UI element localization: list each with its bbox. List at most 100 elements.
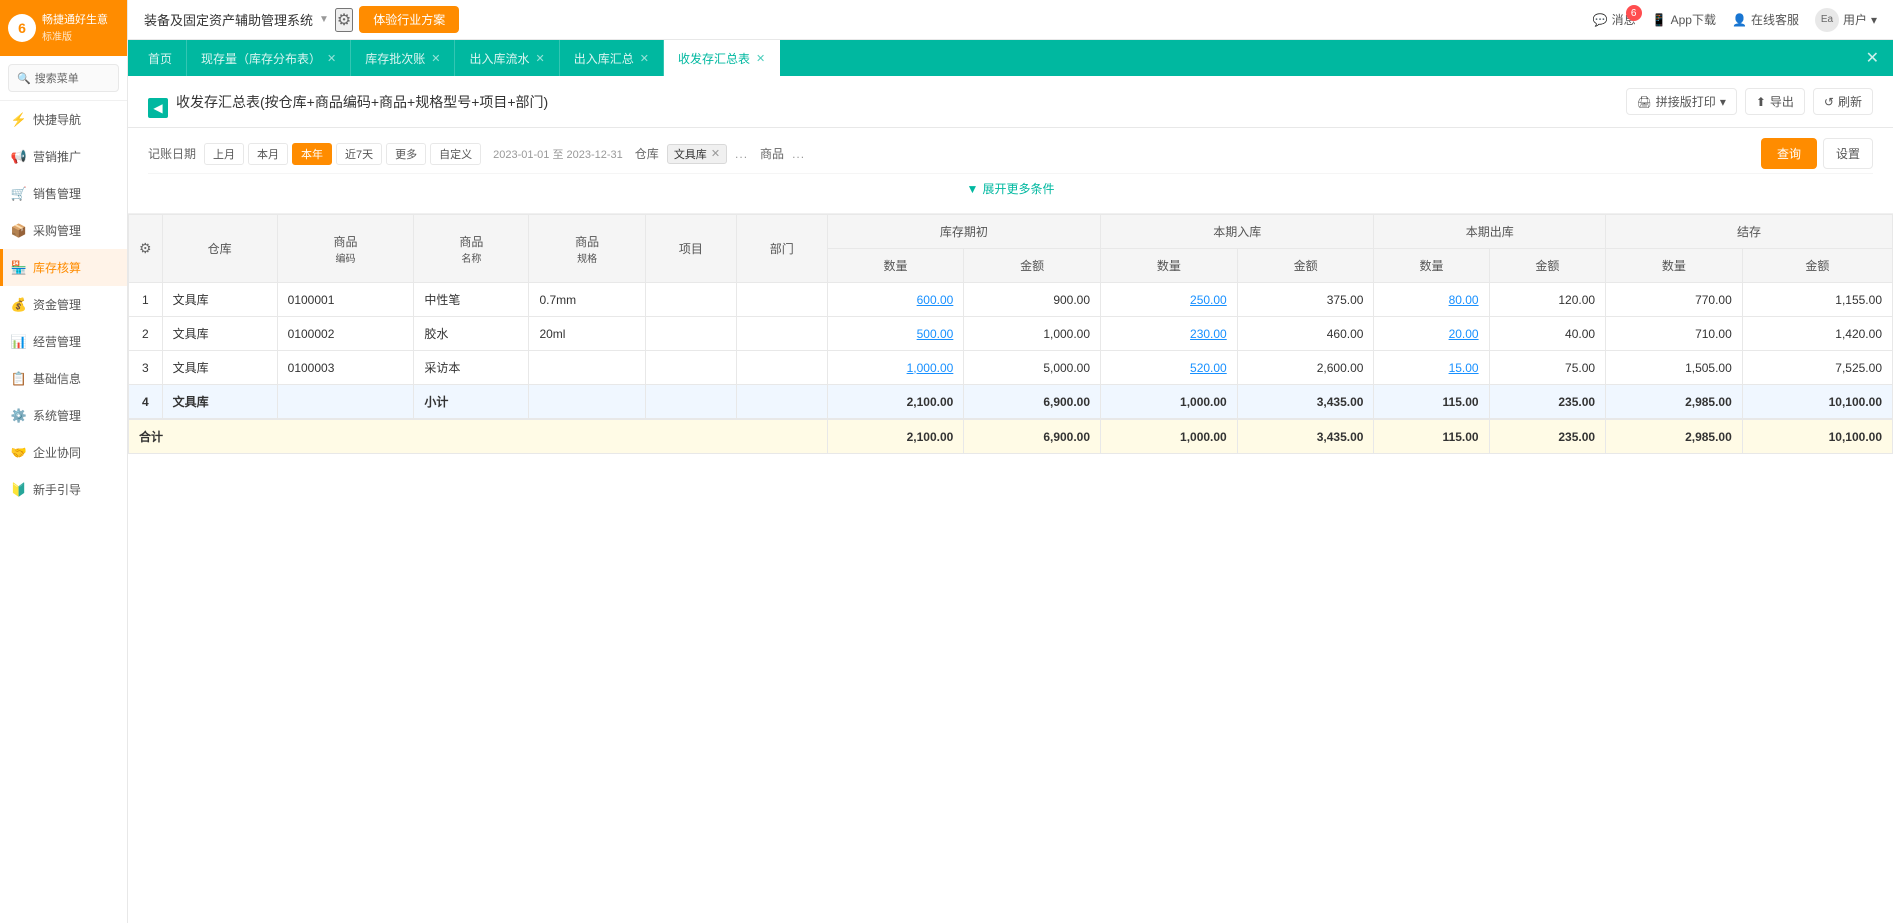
tab-inventory-dist-close[interactable]: ✕ bbox=[327, 52, 336, 65]
sidebar-item-marketing[interactable]: 📢 营销推广 bbox=[0, 138, 127, 175]
online-service-button[interactable]: 👤 在线客服 bbox=[1732, 11, 1799, 28]
trial-button[interactable]: 体验行业方案 bbox=[359, 6, 459, 33]
date-btn-this-year[interactable]: 本年 bbox=[292, 143, 332, 165]
table-settings-icon[interactable]: ⚙ bbox=[139, 240, 152, 256]
sidebar-item-system[interactable]: ⚙️ 系统管理 bbox=[0, 397, 127, 434]
sidebar-item-label: 新手引导 bbox=[33, 481, 81, 498]
basic-icon: 📋 bbox=[11, 371, 27, 387]
topbar-left: 装备及固定资产辅助管理系统 ▼ ⚙ 体验行业方案 bbox=[144, 6, 459, 33]
sidebar-item-label: 基础信息 bbox=[33, 370, 81, 387]
sidebar-item-operation[interactable]: 📊 经营管理 bbox=[0, 323, 127, 360]
service-icon: 👤 bbox=[1732, 13, 1747, 27]
col-balance-qty-header: 数量 bbox=[1606, 249, 1743, 283]
main-content: ⚙ 仓库 商品编码 商品名称 商品规格 项目 部门 库存期初 本期入库 本期出库… bbox=[128, 214, 1893, 923]
sidebar-item-finance[interactable]: 💰 资金管理 bbox=[0, 286, 127, 323]
warehouse-tag: 文具库 ✕ bbox=[667, 144, 727, 164]
topbar-settings-button[interactable]: ⚙ bbox=[335, 8, 353, 32]
tab-inventory-dist-label: 现存量（库存分布表） bbox=[201, 50, 321, 67]
sidebar-item-label: 系统管理 bbox=[33, 407, 81, 424]
footer-in-qty: 1,000.00 bbox=[1101, 419, 1238, 454]
warehouse-tag-close[interactable]: ✕ bbox=[711, 147, 720, 160]
sidebar-item-purchase[interactable]: 📦 采购管理 bbox=[0, 212, 127, 249]
tab-home[interactable]: 首页 bbox=[128, 40, 187, 76]
warehouse-more[interactable]: ... bbox=[735, 147, 748, 161]
date-btn-last-month[interactable]: 上月 bbox=[204, 143, 244, 165]
sidebar-item-guide[interactable]: 🔰 新手引导 bbox=[0, 471, 127, 508]
tab-in-out-flow[interactable]: 出入库流水 ✕ bbox=[455, 40, 559, 76]
goods-filter-label: 商品 bbox=[760, 145, 784, 162]
sidebar-item-quick-nav[interactable]: ⚡ 快捷导航 bbox=[0, 101, 127, 138]
page-body: ◀ 收发存汇总表(按仓库+商品编码+商品+规格型号+项目+部门) 🖨 拼接版打印… bbox=[128, 76, 1893, 923]
dropdown-arrow-icon: ▼ bbox=[319, 14, 329, 25]
collab-icon: 🤝 bbox=[11, 445, 27, 461]
col-in-header: 本期入库 bbox=[1101, 215, 1374, 249]
tab-batch-account[interactable]: 库存批次账 ✕ bbox=[351, 40, 455, 76]
print-icon: 🖨 bbox=[1637, 95, 1652, 109]
export-button[interactable]: ⬆ 导出 bbox=[1745, 88, 1805, 115]
tab-flow-close[interactable]: ✕ bbox=[536, 52, 545, 65]
message-button[interactable]: 💬 消息 6 bbox=[1593, 11, 1636, 28]
marketing-icon: 📢 bbox=[11, 149, 27, 165]
page-title: 收发存汇总表(按仓库+商品编码+商品+规格型号+项目+部门) bbox=[176, 92, 548, 124]
topbar-right: 💬 消息 6 📱 App下载 👤 在线客服 Ea 用户 ▾ bbox=[1593, 8, 1877, 32]
collapse-button[interactable]: ◀ bbox=[148, 98, 168, 118]
tab-inventory-dist[interactable]: 现存量（库存分布表） ✕ bbox=[187, 40, 351, 76]
filter-wrapper: 记账日期 上月 本月 本年 近7天 更多 自定义 2023-01-01 至 20… bbox=[128, 128, 1893, 214]
export-icon: ⬆ bbox=[1756, 95, 1766, 109]
goods-more[interactable]: ... bbox=[792, 147, 805, 161]
date-btn-7days[interactable]: 近7天 bbox=[336, 143, 382, 165]
sidebar-item-collab[interactable]: 🤝 企业协同 bbox=[0, 434, 127, 471]
col-project-header: 项目 bbox=[645, 215, 736, 283]
tab-batch-close[interactable]: ✕ bbox=[431, 52, 440, 65]
tab-in-out-summary[interactable]: 出入库汇总 ✕ bbox=[560, 40, 664, 76]
tabbar-close-all[interactable]: ✕ bbox=[1852, 40, 1893, 76]
page-header-actions: 🖨 拼接版打印 ▾ ⬆ 导出 ↺ 刷新 bbox=[1626, 88, 1873, 127]
sidebar-search-section: 🔍 搜索菜单 bbox=[0, 56, 127, 101]
expand-more-button[interactable]: ▼ 展开更多条件 bbox=[967, 174, 1055, 203]
app-download-icon: 📱 bbox=[1652, 13, 1667, 27]
logo-sub: 标准版 bbox=[42, 28, 108, 43]
expand-icon: ▼ bbox=[967, 182, 979, 196]
col-opening-header: 库存期初 bbox=[827, 215, 1100, 249]
filter-inner: 记账日期 上月 本月 本年 近7天 更多 自定义 2023-01-01 至 20… bbox=[148, 138, 1873, 169]
date-filter-label: 记账日期 bbox=[148, 145, 196, 162]
user-avatar: Ea bbox=[1815, 8, 1839, 32]
quick-nav-icon: ⚡ bbox=[11, 112, 27, 128]
col-opening-qty-header: 数量 bbox=[827, 249, 964, 283]
col-settings-header: ⚙ bbox=[129, 215, 163, 283]
user-menu-button[interactable]: Ea 用户 ▾ bbox=[1815, 8, 1877, 32]
expand-label: 展开更多条件 bbox=[982, 180, 1054, 197]
sidebar-item-label: 销售管理 bbox=[33, 185, 81, 202]
sidebar-item-inventory[interactable]: 🏪 库存核算 bbox=[0, 249, 127, 286]
tab-summary-close[interactable]: ✕ bbox=[640, 52, 649, 65]
refresh-label: 刷新 bbox=[1838, 93, 1862, 110]
sidebar-logo: 6 畅捷通好生意 标准版 bbox=[0, 0, 127, 56]
query-button[interactable]: 查询 bbox=[1761, 138, 1817, 169]
search-menu-button[interactable]: 🔍 搜索菜单 bbox=[8, 64, 119, 92]
tab-recv-send-close[interactable]: ✕ bbox=[756, 52, 765, 65]
service-label: 在线客服 bbox=[1751, 11, 1799, 28]
col-out-amt-header: 金额 bbox=[1489, 249, 1605, 283]
table-row: 4文具库小计2,100.006,900.001,000.003,435.0011… bbox=[129, 385, 1893, 420]
print-button[interactable]: 🖨 拼接版打印 ▾ bbox=[1626, 88, 1737, 115]
date-btn-this-month[interactable]: 本月 bbox=[248, 143, 288, 165]
purchase-icon: 📦 bbox=[11, 223, 27, 239]
filter-settings-button[interactable]: 设置 bbox=[1823, 138, 1873, 169]
date-btn-more[interactable]: 更多 bbox=[386, 143, 426, 165]
sidebar-item-sales[interactable]: 🛒 销售管理 bbox=[0, 175, 127, 212]
date-btn-custom[interactable]: 自定义 bbox=[430, 143, 481, 165]
col-goods-code-header: 商品编码 bbox=[277, 215, 414, 283]
app-download-button[interactable]: 📱 App下载 bbox=[1652, 11, 1716, 28]
sales-icon: 🛒 bbox=[11, 186, 27, 202]
tab-batch-account-label: 库存批次账 bbox=[365, 50, 425, 67]
user-initial: Ea bbox=[1821, 14, 1833, 25]
refresh-button[interactable]: ↺ 刷新 bbox=[1813, 88, 1873, 115]
col-warehouse-header: 仓库 bbox=[162, 215, 277, 283]
tab-recv-send-summary[interactable]: 收发存汇总表 ✕ bbox=[664, 40, 780, 76]
footer-balance-amt: 10,100.00 bbox=[1742, 419, 1892, 454]
footer-out-amt: 235.00 bbox=[1489, 419, 1605, 454]
sidebar-item-basic[interactable]: 📋 基础信息 bbox=[0, 360, 127, 397]
tab-recv-send-label: 收发存汇总表 bbox=[678, 50, 750, 67]
sidebar-item-label: 企业协同 bbox=[33, 444, 81, 461]
date-range-text: 2023-01-01 至 2023-12-31 bbox=[493, 146, 623, 162]
